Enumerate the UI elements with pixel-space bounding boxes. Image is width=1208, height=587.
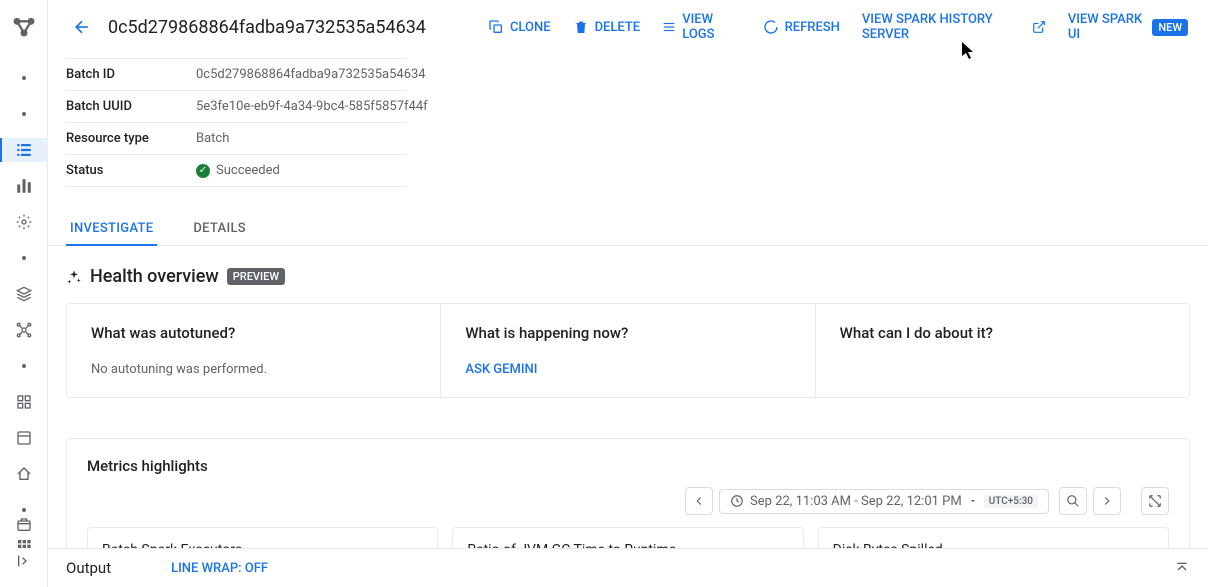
health-overview-section: Health overview PREVIEW What was autotun…	[48, 246, 1208, 418]
meta-row-batch-uuid: Batch UUID 5e3fe10e-eb9f-4a34-9bc4-585f5…	[66, 95, 1190, 118]
health-card-actions: What can I do about it?	[816, 304, 1189, 397]
copy-icon	[488, 19, 504, 35]
page-title: 0c5d279868864fadba9a732535a54634	[108, 17, 426, 38]
list-icon	[662, 19, 676, 35]
sidebar-dot-3[interactable]	[12, 246, 36, 270]
clock-icon	[730, 494, 744, 508]
metrics-title: Metrics highlights	[67, 439, 1189, 487]
health-title: Health overview	[90, 266, 219, 287]
back-button[interactable]	[68, 13, 96, 41]
fullscreen-button[interactable]	[1141, 487, 1169, 515]
refresh-button[interactable]: REFRESH	[763, 19, 840, 35]
timezone-badge: UTC+5:30	[984, 495, 1038, 508]
trash-icon	[573, 19, 589, 35]
sidebar-item-layers[interactable]	[12, 282, 36, 306]
spark-history-button[interactable]: VIEW SPARK HISTORY SERVER	[862, 12, 1046, 42]
sidebar-dot-1[interactable]	[12, 66, 36, 90]
preview-badge: PREVIEW	[227, 268, 285, 285]
view-logs-button[interactable]: VIEW LOGS	[662, 12, 740, 42]
spark-ui-button[interactable]: VIEW SPARK UI NEW	[1068, 12, 1188, 42]
meta-row-resource-type: Resource type Batch	[66, 127, 1190, 150]
meta-row-batch-id: Batch ID 0c5d279868864fadba9a732535a5463…	[66, 63, 1190, 86]
action-bar: CLONE DELETE VIEW LOGS REFRESH VIEW SPAR…	[488, 12, 1188, 42]
page-header: 0c5d279868864fadba9a732535a54634 CLONE D…	[48, 0, 1208, 54]
external-link-icon	[1032, 19, 1046, 35]
sidebar-item-window[interactable]	[12, 426, 36, 450]
health-card-happening: What is happening now? ASK GEMINI	[441, 304, 815, 397]
sidebar-item-grid[interactable]	[12, 390, 36, 414]
main-content: 0c5d279868864fadba9a732535a54634 CLONE D…	[48, 0, 1208, 587]
time-next-button[interactable]	[1093, 487, 1121, 515]
metrics-toolbar: Sep 22, 11:03 AM - Sep 22, 12:01 PM UTC+…	[67, 487, 1189, 527]
sidebar-dot-4[interactable]	[12, 354, 36, 378]
health-card-autotuned: What was autotuned? No autotuning was pe…	[67, 304, 441, 397]
product-logo[interactable]	[10, 12, 38, 40]
output-expand-button[interactable]	[1174, 560, 1190, 576]
time-prev-button[interactable]	[685, 487, 713, 515]
sidebar-item-bars[interactable]	[12, 174, 36, 198]
meta-row-status: Status Succeeded	[66, 159, 1190, 182]
output-bar: Output LINE WRAP: OFF	[48, 548, 1208, 587]
refresh-icon	[763, 19, 779, 35]
meta-table: Batch ID 0c5d279868864fadba9a732535a5463…	[48, 58, 1208, 187]
sidebar-item-list[interactable]	[0, 138, 48, 162]
line-wrap-toggle[interactable]: LINE WRAP: OFF	[171, 561, 268, 576]
sidebar-item-marketplace[interactable]	[12, 513, 36, 537]
sidebar-left	[0, 0, 48, 587]
sidebar-dot-2[interactable]	[12, 102, 36, 126]
sidebar-expand[interactable]	[12, 549, 36, 573]
time-range-picker[interactable]: Sep 22, 11:03 AM - Sep 22, 12:01 PM UTC+…	[719, 489, 1049, 514]
sidebar-item-network[interactable]	[12, 318, 36, 342]
tab-details[interactable]: DETAILS	[189, 213, 250, 245]
zoom-button[interactable]	[1059, 487, 1087, 515]
chevron-down-icon	[968, 496, 978, 506]
sparkle-icon	[66, 269, 82, 285]
clone-button[interactable]: CLONE	[488, 19, 551, 35]
sidebar-item-settings[interactable]	[12, 210, 36, 234]
sidebar-item-share[interactable]	[12, 462, 36, 486]
tab-investigate[interactable]: INVESTIGATE	[66, 213, 157, 246]
output-title: Output	[66, 559, 111, 577]
tabs: INVESTIGATE DETAILS	[48, 201, 1208, 246]
success-icon	[196, 164, 210, 178]
new-badge: NEW	[1152, 19, 1188, 36]
delete-button[interactable]: DELETE	[573, 19, 641, 35]
ask-gemini-button[interactable]: ASK GEMINI	[465, 362, 790, 377]
